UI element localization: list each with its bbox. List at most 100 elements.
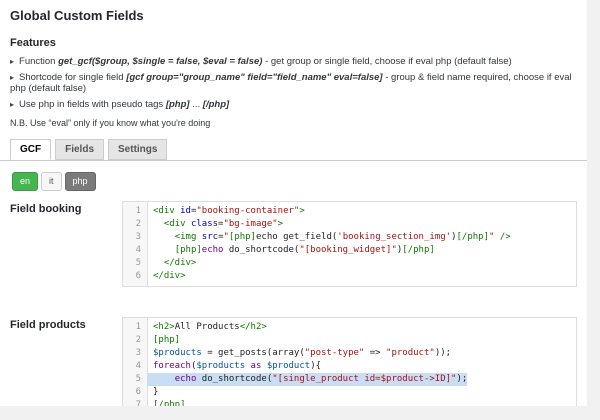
code-token: <img <box>174 232 197 242</box>
usage-note: N.B. Use “eval” only if you know what yo… <box>10 118 211 128</box>
code-text: <div id="booking-container"> <box>147 205 305 218</box>
code-text: <div class="bg-image"> <box>147 218 283 231</box>
code-editor-field-booking[interactable]: 1 <div id="booking-container"> 2 <div clas… <box>122 201 577 287</box>
line-number: 1 <box>135 322 141 332</box>
feature-item: ▸ Function get_gcf($group, $single = fals… <box>10 56 577 67</box>
code-token: "[single_product id=$product->ID]" <box>272 374 457 384</box>
code-token: <h2> <box>153 322 175 332</box>
line-number: 7 <box>135 400 141 406</box>
code-token: "[booking_widget]" <box>299 245 397 255</box>
line-number: 4 <box>135 245 141 255</box>
code-token: "post-type" <box>304 348 365 358</box>
feature-text: Use php in fields with pseudo tags <box>19 99 166 110</box>
code-line: 5 echo do_shortcode("[single_product id=… <box>123 373 576 386</box>
code-token: </div> <box>153 271 186 281</box>
code-line: 4 foreach($products as $product){ <box>123 360 576 373</box>
code-token: /> <box>499 232 511 242</box>
code-token: "product" <box>386 348 435 358</box>
line-number: 2 <box>135 219 141 229</box>
code-text: </div> <box>147 270 186 283</box>
code-line: 2 <div class="bg-image"> <box>123 218 576 231</box>
tab-fields[interactable]: Fields <box>55 139 105 160</box>
code-token: [/php] <box>153 400 186 406</box>
line-number: 5 <box>135 374 141 384</box>
field-label-field-products: Field products <box>10 319 86 331</box>
language-switcher: en it php <box>12 171 577 191</box>
line-number: 2 <box>135 335 141 345</box>
code-token: [php] <box>174 245 202 255</box>
lang-button-it[interactable]: it <box>41 172 62 191</box>
feature-text: - get group or single field, choose if e… <box>262 56 512 67</box>
code-text: foreach($products as $product){ <box>147 360 321 373</box>
code-token: do_shortcode( <box>223 245 300 255</box>
code-line: 1 <h2>All Products</h2> <box>123 321 576 334</box>
feature-item: ▸ Shortcode for single field [gcf group="… <box>10 72 577 94</box>
code-token: > <box>277 219 284 229</box>
code-token: => <box>364 348 387 358</box>
code-token: "bg-image" <box>223 219 278 229</box>
code-token: All Products <box>174 322 240 332</box>
code-token: ); <box>456 374 468 384</box>
code-text: $products = get_posts(array("post-type" … <box>147 347 451 360</box>
code-line: 6} <box>123 386 576 399</box>
code-token: [/php] <box>402 245 435 255</box>
tab-settings[interactable]: Settings <box>108 139 168 160</box>
feature-text: Function <box>19 56 59 67</box>
code-token: [/php] <box>456 232 490 242</box>
code-text: } <box>147 386 158 399</box>
code-text: <img src="[php]echo get_field('booking_s… <box>147 231 511 244</box>
code-token: } <box>153 387 159 397</box>
feature-text: [gcf group="group_name" field="field_nam… <box>126 72 383 83</box>
tab-bar: GCF Fields Settings <box>0 139 587 161</box>
code-token: echo get_field( <box>256 232 338 242</box>
page-title: Global Custom Fields <box>10 8 144 23</box>
code-token: $products <box>196 361 246 371</box>
line-number: 1 <box>135 206 141 216</box>
line-number: 3 <box>135 232 141 242</box>
line-number: 6 <box>135 271 141 281</box>
code-token: "booking-container" <box>196 206 300 216</box>
gcf-tab-panel: en it php Field booking 1 <div id="booking-c… <box>10 171 577 406</box>
code-text: [/php] <box>147 399 186 406</box>
code-line: 3 <img src="[php]echo get_field('booking… <box>123 231 576 244</box>
code-token: class <box>190 219 219 229</box>
code-line: 5 </div> <box>123 257 576 270</box>
tab-gcf[interactable]: GCF <box>10 139 52 160</box>
field-label-field-booking: Field booking <box>10 203 82 215</box>
lang-button-php[interactable]: php <box>64 172 96 191</box>
code-text: <h2>All Products</h2> <box>147 321 267 334</box>
code-token: $product <box>266 361 311 371</box>
code-token: $products <box>153 348 202 358</box>
bullet-arrow-icon: ▸ <box>10 57 15 66</box>
code-token: id <box>180 206 191 216</box>
line-number: 3 <box>135 348 141 358</box>
code-text: [php] <box>147 334 180 347</box>
code-token: do_shortcode( <box>196 374 273 384</box>
bullet-arrow-icon: ▸ <box>10 100 15 109</box>
code-line: 3 $products = get_posts(array("post-type"… <box>123 347 576 360</box>
code-token: echo <box>174 374 197 384</box>
code-token: </div> <box>163 258 197 268</box>
code-token: )); <box>434 348 452 358</box>
features-section: Features ▸ Function get_gcf($group, $sing… <box>10 37 577 128</box>
code-token: src <box>201 232 219 242</box>
code-text: echo do_shortcode("[single_product id=$p… <box>147 373 468 386</box>
content-area: Global Custom Fields Features ▸ Function … <box>0 0 587 406</box>
fields-form: Field booking 1 <div id="booking-container… <box>10 201 577 406</box>
code-text: [php]echo do_shortcode("[booking_widget]… <box>147 244 435 257</box>
code-line: 4 [php]echo do_shortcode("[booking_widge… <box>123 244 576 257</box>
code-editor-field-products[interactable]: 1 <h2>All Products</h2> 2 [php] 3 $products =… <box>122 317 577 406</box>
code-token: [php] <box>153 335 181 345</box>
lang-button-en[interactable]: en <box>12 172 39 191</box>
bullet-arrow-icon: ▸ <box>10 73 15 82</box>
feature-text: get_gcf($group, $single = false, $eval =… <box>58 56 263 67</box>
field-row-field-booking: Field booking 1 <div id="booking-container… <box>10 201 577 287</box>
code-token: echo <box>201 245 224 255</box>
code-token: </h2> <box>239 322 267 332</box>
feature-item: ▸ Use php in fields with pseudo tags [php… <box>10 99 577 110</box>
code-token: = get_posts(array( <box>201 348 305 358</box>
feature-text: [php] <box>165 99 190 110</box>
